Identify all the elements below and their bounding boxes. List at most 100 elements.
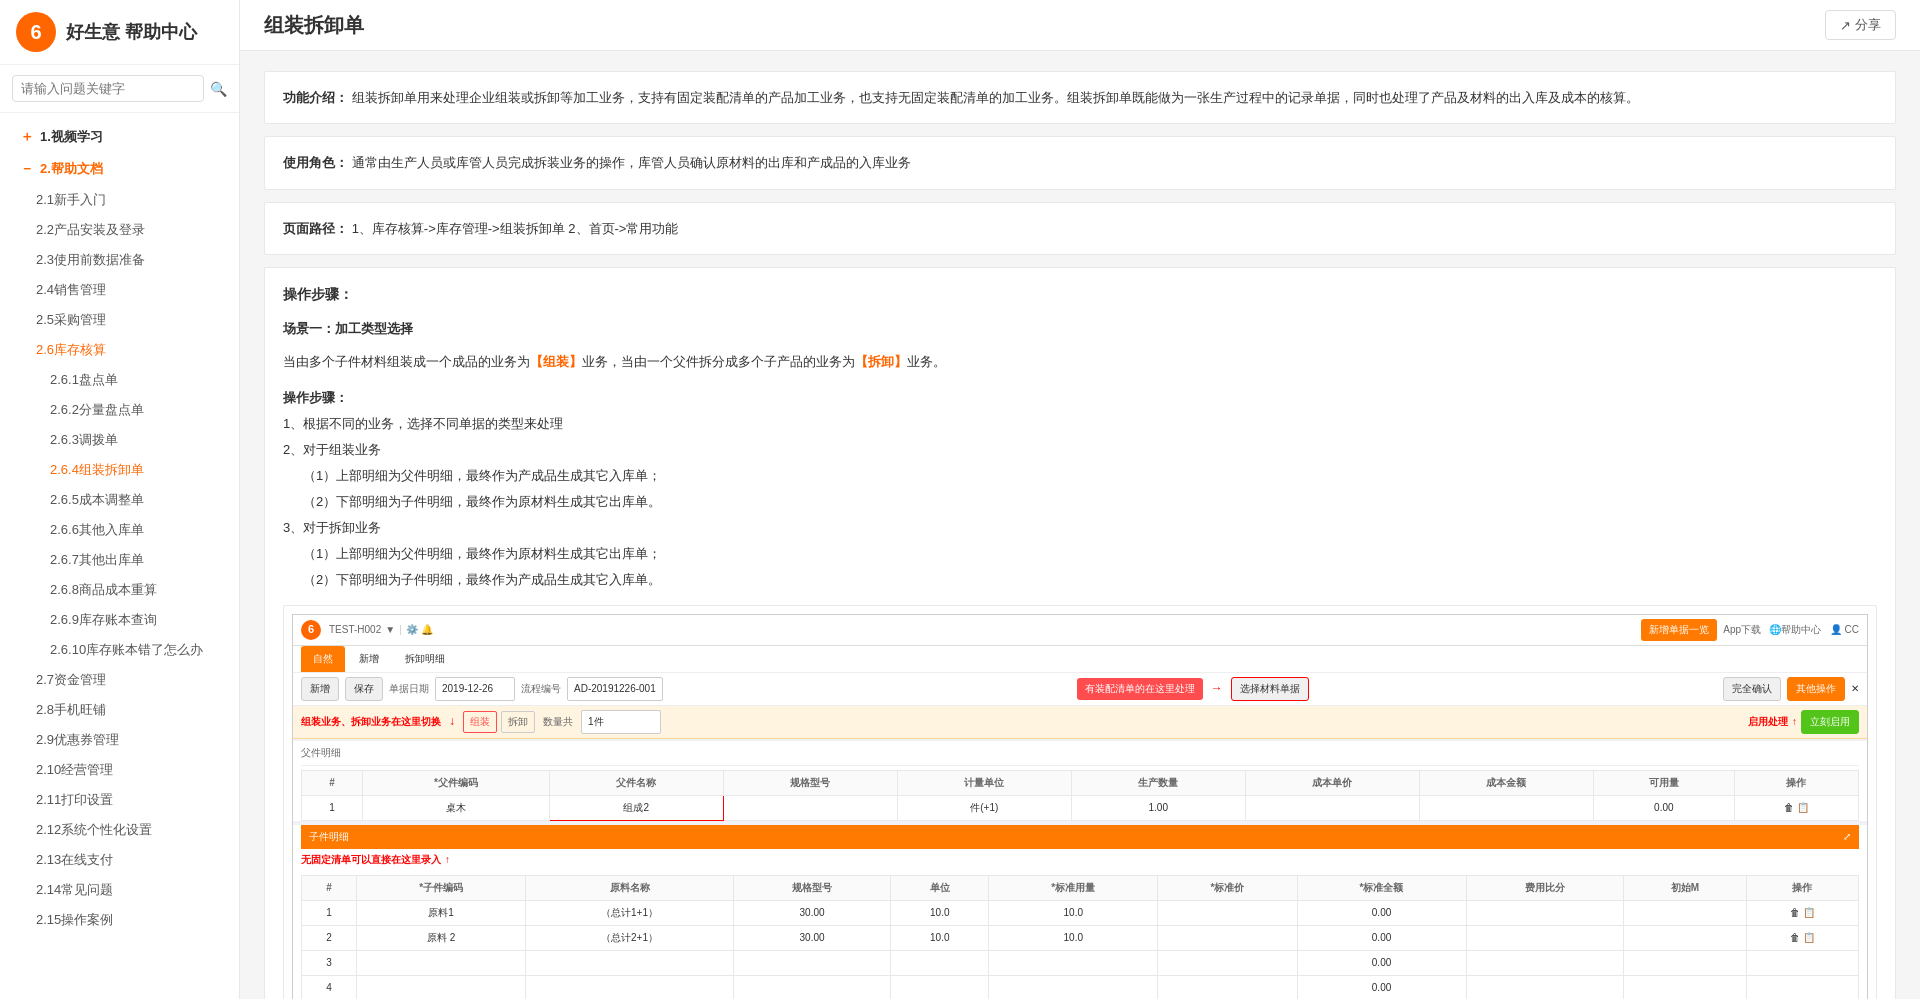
sim-tab-list[interactable]: 自然 bbox=[301, 646, 345, 672]
sidebar-item-faq[interactable]: 2.14常见问题 bbox=[0, 875, 239, 905]
sidebar-item-payment[interactable]: 2.13在线支付 bbox=[0, 845, 239, 875]
sim-choose-material-btn[interactable]: 选择材料单据 bbox=[1231, 677, 1309, 701]
table-row: 40.00 bbox=[302, 975, 1859, 999]
role-label: 使用角色： bbox=[283, 155, 348, 170]
sim-doc-toolbar: 新增 保存 单据日期 2019-12-26 流程编号 AD-20191226-0… bbox=[293, 673, 1867, 706]
steps-block: 操作步骤： 场景一：加工类型选择 当由多个子件材料组装成一个成品的业务为【组装】… bbox=[264, 267, 1896, 999]
sim-btn-new[interactable]: 新增 bbox=[301, 677, 339, 701]
nav-tree: ＋ 1.视频学习 － 2.帮助文档 2.1新手入门 2.2产品安装及登录 2.3… bbox=[0, 113, 239, 999]
sidebar-item-transfer[interactable]: 2.6.3调拨单 bbox=[0, 425, 239, 455]
sidebar-item-docs[interactable]: － 2.帮助文档 bbox=[0, 153, 239, 185]
table-row: 1 原料1 （总计1+1） 30.00 10.0 10.0 0.00 bbox=[302, 900, 1859, 925]
sim-col-cost-total: 成本金额 bbox=[1419, 770, 1593, 795]
step2: 2、对于组装业务 bbox=[283, 437, 1877, 463]
sidebar-item-coupon[interactable]: 2.9优惠券管理 bbox=[0, 725, 239, 755]
sim-dropdown-icon: ▼ bbox=[385, 621, 395, 639]
sim-annotation3: 组装业务、拆卸业务在这里切换 bbox=[301, 713, 441, 731]
sidebar-item-install[interactable]: 2.2产品安装及登录 bbox=[0, 215, 239, 245]
search-bar: 🔍 bbox=[0, 65, 239, 113]
sidebar-item-stocktake[interactable]: 2.6.1盘点单 bbox=[0, 365, 239, 395]
role-block: 使用角色： 通常由生产人员或库管人员完成拆装业务的操作，库管人员确认原材料的出库… bbox=[264, 136, 1896, 189]
sim-lower-section: 子件明细 ⤢ 无固定清单可以直接在这里录入 ↑ # bbox=[293, 825, 1867, 999]
sim-doc-date[interactable]: 2019-12-26 bbox=[435, 677, 515, 701]
function-intro-block: 功能介绍： 组装拆卸单用来处理企业组装或拆卸等加工业务，支持有固定装配清单的产品… bbox=[264, 71, 1896, 124]
sim-toggle-assembly[interactable]: 组装 bbox=[463, 711, 497, 733]
collapse-icon: － bbox=[20, 160, 34, 178]
sim-col-cost-unit: 成本单价 bbox=[1245, 770, 1419, 795]
search-icon[interactable]: 🔍 bbox=[210, 81, 227, 97]
path-block: 页面路径： 1、库存核算->库存管理->组装拆卸单 2、首页->常用功能 bbox=[264, 202, 1896, 255]
sim-activate-btn[interactable]: 立刻启用 bbox=[1801, 710, 1859, 734]
path-text: 1、库存核算->库存管理->组装拆卸单 2、首页->常用功能 bbox=[352, 221, 679, 236]
sim-icons: ⚙️ 🔔 bbox=[406, 621, 433, 639]
sidebar: 6 好生意 帮助中心 🔍 ＋ 1.视频学习 － 2.帮助文档 2.1新手入门 2… bbox=[0, 0, 240, 999]
sidebar-item-cost-adjust[interactable]: 2.6.5成本调整单 bbox=[0, 485, 239, 515]
sidebar-item-purchase[interactable]: 2.5采购管理 bbox=[0, 305, 239, 335]
sim-toggle-disassembly[interactable]: 拆卸 bbox=[501, 711, 535, 733]
sidebar-item-cases[interactable]: 2.15操作案例 bbox=[0, 905, 239, 935]
sim-col-available: 可用量 bbox=[1593, 770, 1734, 795]
sim-col-code: *父件编码 bbox=[362, 770, 549, 795]
step3: 3、对于拆卸业务 bbox=[283, 515, 1877, 541]
page-title: 组装拆卸单 bbox=[264, 12, 364, 39]
sim-arrow5: ↑ bbox=[445, 851, 450, 869]
steps-title: 操作步骤： bbox=[283, 282, 1877, 307]
sim-tab-new[interactable]: 新增 bbox=[347, 646, 391, 672]
sim-btn-other-op[interactable]: 其他操作 bbox=[1787, 677, 1845, 701]
sim-header-id: TEST-H002 bbox=[329, 621, 381, 639]
sim-arrow4: ↑ bbox=[1792, 713, 1797, 731]
app-title: 好生意 帮助中心 bbox=[66, 20, 197, 44]
sidebar-item-finance[interactable]: 2.7资金管理 bbox=[0, 665, 239, 695]
sim-topbar: 6 TEST-H002 ▼ | ⚙️ 🔔 新增单据一览 App下载 🌐帮助中心 … bbox=[293, 615, 1867, 646]
top-bar: 组装拆卸单 ↗ 分享 bbox=[240, 0, 1920, 51]
share-button[interactable]: ↗ 分享 bbox=[1825, 10, 1896, 40]
sim-arrow3: ↓ bbox=[449, 711, 455, 733]
sidebar-item-customize[interactable]: 2.12系统个性化设置 bbox=[0, 815, 239, 845]
sim-close-icon[interactable]: ✕ bbox=[1851, 680, 1859, 698]
function-intro-text: 组装拆卸单用来处理企业组装或拆卸等加工业务，支持有固定装配清单的产品加工业务，也… bbox=[352, 90, 1639, 105]
sidebar-item-inventory[interactable]: 2.6库存核算 bbox=[0, 335, 239, 365]
content-area: 功能介绍： 组装拆卸单用来处理企业组装或拆卸等加工业务，支持有固定装配清单的产品… bbox=[240, 51, 1920, 999]
sidebar-item-management[interactable]: 2.10经营管理 bbox=[0, 755, 239, 785]
sim-annotation5: 无固定清单可以直接在这里录入 bbox=[301, 851, 441, 869]
sim-doc-no-label: 流程编号 bbox=[521, 680, 561, 698]
sidebar-item-assembly[interactable]: 2.6.4组装拆卸单 bbox=[0, 455, 239, 485]
share-icon: ↗ bbox=[1840, 18, 1851, 33]
sidebar-item-ledger-fix[interactable]: 2.6.10库存账本错了怎么办 bbox=[0, 635, 239, 665]
sidebar-item-ledger-query[interactable]: 2.6.9库存账本查询 bbox=[0, 605, 239, 635]
sidebar-item-cost-recalc[interactable]: 2.6.8商品成本重算 bbox=[0, 575, 239, 605]
sidebar-item-other-out[interactable]: 2.6.7其他出库单 bbox=[0, 545, 239, 575]
sidebar-item-print[interactable]: 2.11打印设置 bbox=[0, 785, 239, 815]
sim-type-row: 组装业务、拆卸业务在这里切换 ↓ 组装 拆卸 数量共 1件 启用处理 ↑ 立刻启… bbox=[293, 706, 1867, 739]
table-row: 2 原料 2 （总计2+1） 30.00 10.0 10.0 0.00 bbox=[302, 925, 1859, 950]
search-input[interactable] bbox=[12, 75, 204, 102]
sim-col-name: 父件名称 bbox=[549, 770, 723, 795]
sim-lower-expand[interactable]: ⤢ bbox=[1843, 828, 1851, 846]
sim-btn-confirm-full[interactable]: 完全确认 bbox=[1723, 677, 1781, 701]
sidebar-item-video[interactable]: ＋ 1.视频学习 bbox=[0, 121, 239, 153]
function-intro-label: 功能介绍： bbox=[283, 90, 348, 105]
sim-arrow1: → bbox=[1211, 678, 1223, 700]
step2-2: （2）下部明细为子件明细，最终作为原材料生成其它出库单。 bbox=[283, 489, 1877, 515]
sidebar-item-data-prep[interactable]: 2.3使用前数据准备 bbox=[0, 245, 239, 275]
sim-new-doc-btn[interactable]: 新增单据一览 bbox=[1641, 619, 1717, 641]
sidebar-item-mobile[interactable]: 2.8手机旺铺 bbox=[0, 695, 239, 725]
sim-tabbar: 自然 新增 拆卸明细 bbox=[293, 646, 1867, 673]
sidebar-item-sales[interactable]: 2.4销售管理 bbox=[0, 275, 239, 305]
sidebar-item-partial-stocktake[interactable]: 2.6.2分量盘点单 bbox=[0, 395, 239, 425]
table-row: 30.00 bbox=[302, 950, 1859, 975]
sim-user-area: App下载 🌐帮助中心 👤 CC bbox=[1723, 621, 1859, 639]
table-row: 1 桌木 组成2 件(+1) 1.00 0.00 🗑 📋 bbox=[302, 795, 1859, 820]
sim-annotation1: 有装配清单的在这里处理 bbox=[1077, 678, 1203, 700]
sidebar-item-newbie[interactable]: 2.1新手入门 bbox=[0, 185, 239, 215]
sim-code-cell-highlight: 组成2 bbox=[549, 795, 723, 820]
sim-btn-save[interactable]: 保存 bbox=[345, 677, 383, 701]
sidebar-item-other-in[interactable]: 2.6.6其他入库单 bbox=[0, 515, 239, 545]
expand-icon: ＋ bbox=[20, 128, 34, 146]
sim-upper-table-content: # *父件编码 父件名称 规格型号 计量单位 生产数量 成本单价 成本金额 可用… bbox=[301, 770, 1859, 821]
sim-tab-detail[interactable]: 拆卸明细 bbox=[393, 646, 457, 672]
sim-col-qty: 生产数量 bbox=[1071, 770, 1245, 795]
step2-1: （1）上部明细为父件明细，最终作为产成品生成其它入库单； bbox=[283, 463, 1877, 489]
sim-total-qty[interactable]: 1件 bbox=[581, 710, 661, 734]
sim-col-seq: # bbox=[302, 770, 363, 795]
